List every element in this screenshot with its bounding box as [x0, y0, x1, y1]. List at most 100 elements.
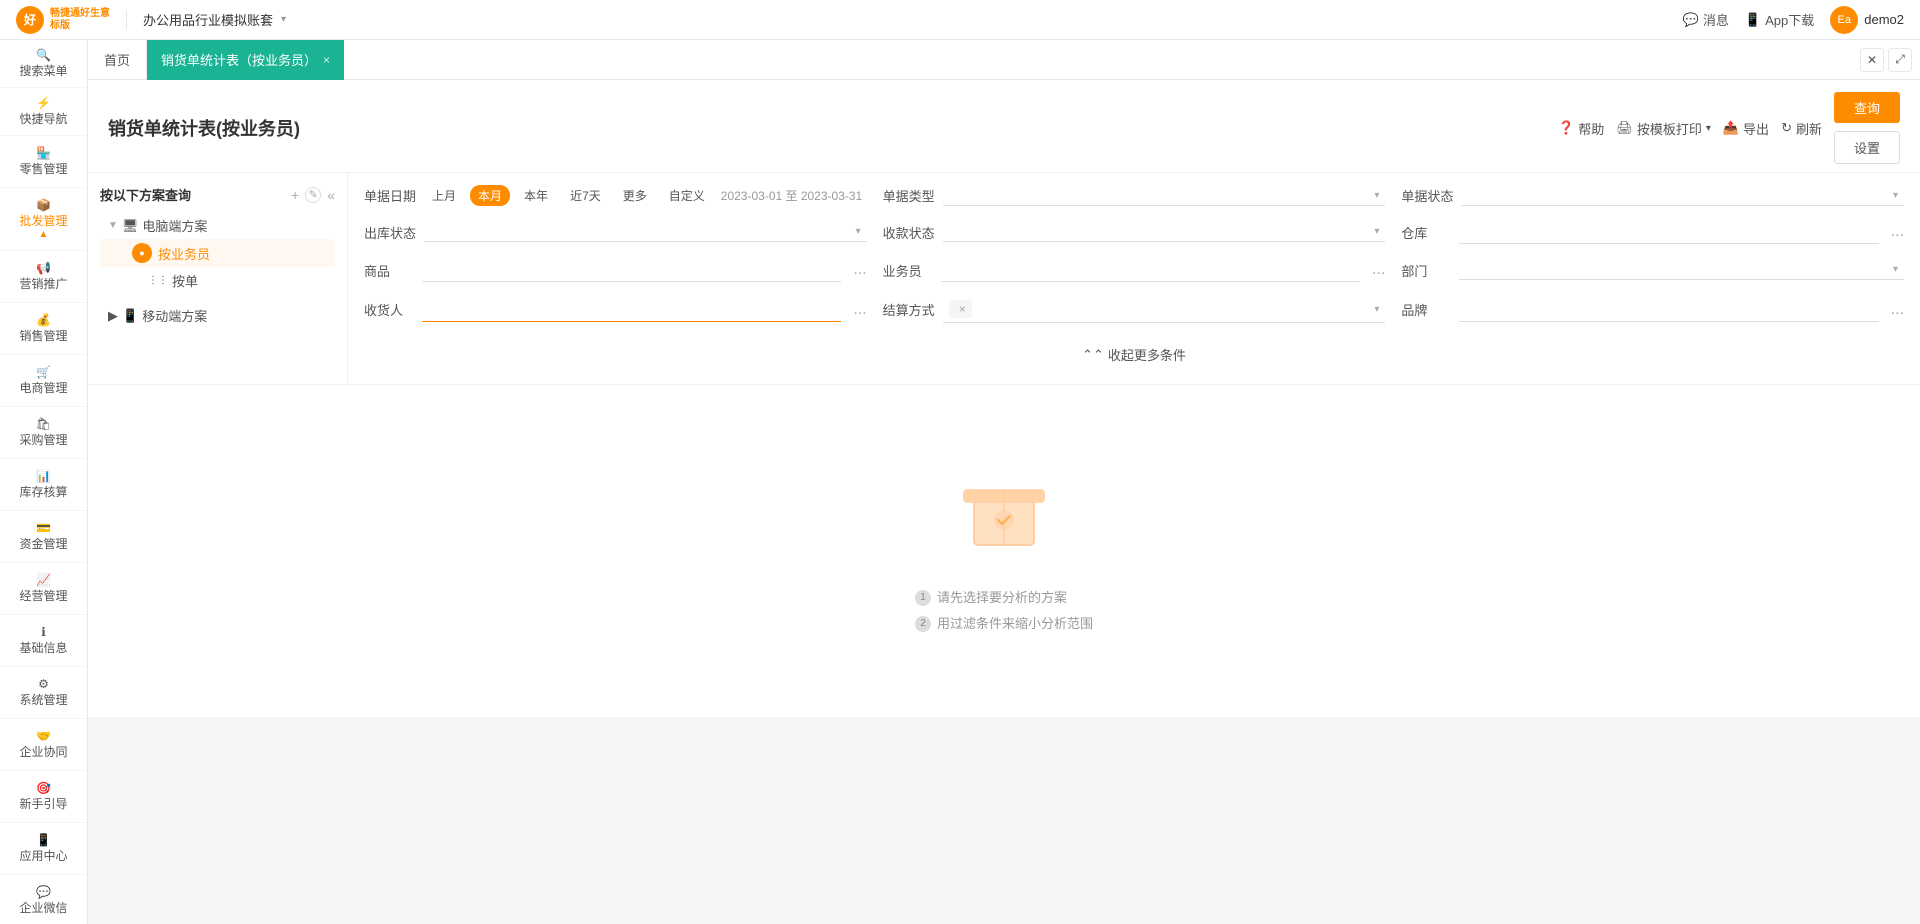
sidebar-search-label: 搜索菜单: [4, 62, 83, 79]
salesperson-more-icon[interactable]: ...: [1372, 261, 1385, 279]
main-layout: 🔍 搜索菜单 ⚡ 快捷导航 🏪 零售管理 📦 批发管理 ▲ 📢 营销推广 💰 销…: [0, 40, 1920, 924]
sidebar-item-enterprise[interactable]: 🤝 企业协同: [0, 719, 87, 771]
doc-status-label: 单据状态: [1401, 186, 1453, 205]
sidebar-item-finance[interactable]: 💳 资金管理: [0, 511, 87, 563]
sidebar-app-center-label: 应用中心: [4, 847, 83, 864]
date-pill-7days[interactable]: 近7天: [562, 185, 609, 206]
settlement-tag-close-icon[interactable]: ×: [959, 302, 966, 316]
user-profile[interactable]: Ea demo2: [1830, 6, 1904, 34]
query-settings-group: 查询 设置: [1834, 92, 1900, 164]
settlement-select[interactable]: × ▾: [943, 296, 1386, 323]
goods-label: 商品: [364, 261, 414, 280]
sidebar-item-sales[interactable]: 💰 销售管理: [0, 303, 87, 355]
sidebar-item-wechat[interactable]: 💬 企业微信: [0, 875, 87, 924]
pc-scheme-label: 电脑端方案: [142, 216, 207, 235]
print-button[interactable]: 🖨 按模板打印 ▾: [1616, 119, 1711, 138]
sidebar-item-operation[interactable]: 📈 经营管理: [0, 563, 87, 615]
refresh-button[interactable]: ↻ 刷新: [1781, 119, 1822, 138]
goods-more-icon[interactable]: ...: [853, 261, 866, 279]
settlement-chevron-icon: ▾: [1374, 304, 1379, 315]
scheme-item-by-order[interactable]: ⋮⋮ 按单: [100, 267, 335, 294]
department-select[interactable]: ▾: [1459, 260, 1904, 280]
sidebar-item-search[interactable]: 🔍 搜索菜单: [0, 40, 87, 88]
operation-icon: 📈: [4, 573, 83, 587]
brand-label: 品牌: [1401, 300, 1451, 319]
department-label: 部门: [1401, 261, 1451, 280]
tab-active[interactable]: 销货单统计表（按业务员） ×: [147, 40, 344, 80]
sidebar-operation-label: 经营管理: [4, 587, 83, 604]
message-button[interactable]: 💬 消息: [1683, 10, 1729, 29]
consignee-input[interactable]: [422, 298, 841, 322]
out-status-select[interactable]: ▾: [424, 222, 867, 242]
date-pill-custom[interactable]: 自定义: [661, 185, 713, 206]
tab-close-window-button[interactable]: ✕: [1860, 48, 1884, 72]
workspace-dropdown-icon[interactable]: ▾: [281, 14, 286, 25]
filter-brand-field: 品牌 ...: [1401, 298, 1904, 322]
sidebar-item-purchase[interactable]: 🛍 采购管理: [0, 407, 87, 459]
sidebar-item-app-center[interactable]: 📱 应用中心: [0, 823, 87, 875]
collapse-button[interactable]: ⌃⌃ 收起更多条件: [1082, 345, 1186, 364]
brand-input[interactable]: [1459, 298, 1878, 322]
salesperson-input[interactable]: [941, 258, 1360, 282]
date-pill-more[interactable]: 更多: [615, 185, 655, 206]
date-pill-this-month[interactable]: 本月: [470, 185, 510, 206]
salesperson-label: 业务员: [883, 261, 933, 280]
mobile-scheme-header[interactable]: ▶ 📱 移动端方案: [100, 302, 335, 329]
sidebar-item-wholesale[interactable]: 📦 批发管理 ▲: [0, 188, 87, 251]
sidebar-item-basic[interactable]: ℹ 基础信息: [0, 615, 87, 667]
sales-icon: 💰: [4, 313, 83, 327]
doc-type-select[interactable]: ▾: [943, 186, 1386, 206]
basic-icon: ℹ: [4, 625, 83, 639]
out-status-label: 出库状态: [364, 223, 416, 242]
app-download-button[interactable]: 📱 App下载: [1745, 10, 1814, 29]
tab-close-button[interactable]: ×: [323, 53, 330, 67]
sidebar-item-newbie[interactable]: 🎯 新手引导: [0, 771, 87, 823]
top-header: 好 畅捷通好生意 标版 办公用品行业模拟账套 ▾ 💬 消息 📱 App下载 Ea…: [0, 0, 1920, 40]
page-title: 销货单统计表(按业务员): [108, 115, 300, 141]
scheme-edit-icon[interactable]: ✎: [305, 187, 321, 203]
brand-more-icon[interactable]: ...: [1891, 301, 1904, 319]
warehouse-input[interactable]: [1459, 220, 1878, 244]
pc-scheme-header[interactable]: ▼ 🖥 电脑端方案: [100, 212, 335, 239]
date-pill-last-month[interactable]: 上月: [424, 185, 464, 206]
help-button[interactable]: ❓ 帮助: [1558, 119, 1604, 138]
out-status-chevron-icon: ▾: [856, 226, 861, 237]
doc-status-select[interactable]: ▾: [1461, 186, 1904, 206]
scheme-by-order-label: 按单: [172, 271, 198, 290]
sidebar-item-ecommerce[interactable]: 🛒 电商管理: [0, 355, 87, 407]
tab-home[interactable]: 首页: [88, 40, 147, 80]
collapse-label: 收起更多条件: [1108, 345, 1186, 364]
retail-icon: 🏪: [4, 146, 83, 160]
export-button[interactable]: 📤 导出: [1723, 119, 1769, 138]
pc-scheme-group: ▼ 🖥 电脑端方案 ● 按业务员 ⋮⋮: [100, 212, 335, 294]
goods-input[interactable]: [422, 258, 841, 282]
sidebar-sales-label: 销售管理: [4, 327, 83, 344]
consignee-more-icon[interactable]: ...: [853, 301, 866, 319]
pay-status-select[interactable]: ▾: [943, 222, 1386, 242]
sidebar-item-quick-nav[interactable]: ⚡ 快捷导航: [0, 88, 87, 136]
print-icon: 🖨: [1616, 120, 1633, 136]
filter-pay-status-field: 收款状态 ▾: [883, 222, 1386, 242]
pay-status-label: 收款状态: [883, 223, 935, 242]
tab-maximize-button[interactable]: ⤢: [1888, 48, 1912, 72]
message-label: 消息: [1703, 10, 1729, 29]
sidebar-item-marketing[interactable]: 📢 营销推广: [0, 251, 87, 303]
logo-icon: 好: [16, 6, 44, 34]
mobile-scheme-arrow: ▶: [108, 308, 118, 324]
pc-scheme-icon: 🖥: [122, 218, 139, 234]
date-pill-this-year[interactable]: 本年: [516, 185, 556, 206]
settings-button[interactable]: 设置: [1834, 131, 1900, 164]
finance-icon: 💳: [4, 521, 83, 535]
newbie-icon: 🎯: [4, 781, 83, 795]
sidebar-item-inventory[interactable]: 📊 库存核算: [0, 459, 87, 511]
quick-nav-icon: ⚡: [4, 96, 83, 110]
warehouse-more-icon[interactable]: ...: [1891, 223, 1904, 241]
sidebar-item-retail[interactable]: 🏪 零售管理: [0, 136, 87, 188]
scheme-collapse-icon[interactable]: «: [327, 187, 335, 203]
mobile-scheme-label: 移动端方案: [142, 306, 207, 325]
query-button[interactable]: 查询: [1834, 92, 1900, 123]
scheme-item-by-salesperson[interactable]: ● 按业务员: [100, 239, 335, 267]
scheme-add-icon[interactable]: +: [291, 187, 299, 203]
sidebar-item-system[interactable]: ⚙ 系统管理: [0, 667, 87, 719]
app-download-icon: 📱: [1745, 12, 1761, 28]
